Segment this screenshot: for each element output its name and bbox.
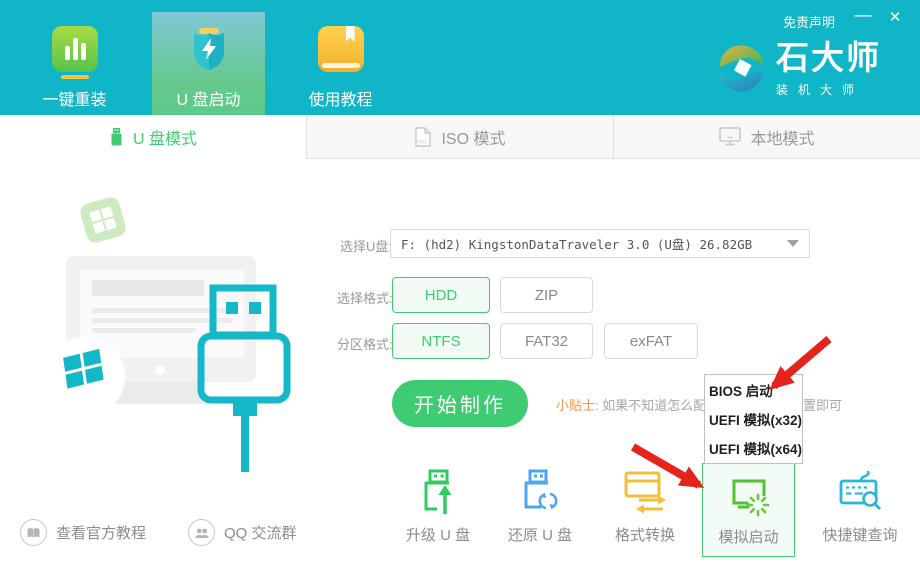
format-convert-icon: [622, 466, 668, 516]
tool-label: 升级 U 盘: [406, 524, 470, 545]
partition-label: 分区格式:: [337, 334, 393, 353]
windows-chip-icon: [78, 195, 127, 244]
close-button[interactable]: ✕: [884, 8, 906, 26]
main-tab-tutorial[interactable]: 使用教程: [284, 12, 397, 115]
main-tab-usb-boot[interactable]: U 盘启动: [152, 12, 265, 115]
brand-subtitle: 装机大师: [776, 81, 881, 98]
start-make-button[interactable]: 开始制作: [392, 380, 528, 427]
brand-swirl-icon: [714, 40, 768, 98]
usb-drive-value: F: (hd2) KingstonDataTraveler 3.0 (U盘) 2…: [401, 234, 787, 253]
shield-lightning-icon: [186, 26, 232, 72]
qq-group-link[interactable]: QQ 交流群: [188, 519, 297, 546]
usb-illustration: [0, 158, 340, 580]
monitor-icon: [719, 127, 741, 146]
title-bar: 一键重装 U 盘启动 使用教程 免责声明 — ✕: [0, 0, 920, 115]
mode-tab-label: U 盘模式: [133, 125, 197, 149]
format-label: 选择格式:: [337, 288, 393, 307]
partition-option-fat32[interactable]: FAT32: [500, 323, 593, 359]
hotkey-search-icon: [837, 466, 883, 516]
tip-label: 小贴士:: [556, 398, 599, 413]
disclaimer-link[interactable]: 免责声明: [783, 12, 835, 31]
tip-text: 小贴士: 如果不知道怎么配: [556, 395, 706, 414]
minimize-button[interactable]: —: [852, 5, 874, 25]
main-tab-onekey-reinstall[interactable]: 一键重装: [18, 12, 131, 115]
tool-restore-usb[interactable]: 还原 U 盘: [495, 466, 585, 556]
chevron-down-icon: [787, 240, 799, 247]
usb-drive-select[interactable]: F: (hd2) KingstonDataTraveler 3.0 (U盘) 2…: [390, 229, 810, 258]
mode-tab-label: ISO 模式: [441, 125, 505, 149]
tool-hotkey-lookup[interactable]: 快捷键查询: [813, 466, 907, 556]
tool-label: 模拟启动: [718, 526, 778, 547]
official-tutorial-link[interactable]: 查看官方教程: [20, 519, 146, 546]
brand-name: 石大师: [776, 40, 881, 76]
usb-select-label: 选择U盘:: [340, 236, 392, 255]
people-icon: [188, 519, 215, 546]
mode-tab-bar: U 盘模式 ISO ISO 模式 本地模式: [0, 115, 920, 159]
bar-chart-icon: [52, 26, 98, 72]
tool-label: 还原 U 盘: [508, 524, 572, 545]
partition-option-exfat[interactable]: exFAT: [604, 323, 698, 359]
boot-menu-item-bios[interactable]: BIOS 启动: [705, 375, 802, 404]
tip-text-tail: 置即可: [803, 395, 842, 414]
mode-tab-usb[interactable]: U 盘模式: [0, 115, 307, 159]
book-icon: [318, 26, 364, 72]
official-tutorial-label: 查看官方教程: [56, 522, 146, 543]
mode-tab-label: 本地模式: [750, 125, 814, 149]
format-option-hdd[interactable]: HDD: [392, 277, 490, 313]
main-tab-label: 使用教程: [308, 86, 372, 110]
usb-stick-icon: [109, 128, 124, 146]
simulate-boot-icon: [726, 474, 772, 520]
tool-simulate-boot[interactable]: 模拟启动: [702, 463, 795, 557]
upgrade-usb-icon: [415, 466, 461, 516]
partition-option-ntfs[interactable]: NTFS: [392, 323, 490, 359]
tool-upgrade-usb[interactable]: 升级 U 盘: [393, 466, 483, 556]
tool-label: 格式转换: [615, 524, 675, 545]
mode-tab-local[interactable]: 本地模式: [614, 115, 920, 159]
app-window: 一键重装 U 盘启动 使用教程 免责声明 — ✕: [0, 0, 920, 580]
iso-file-icon: ISO: [414, 127, 432, 147]
restore-usb-icon: [517, 466, 563, 516]
boot-menu-item-uefi-x32[interactable]: UEFI 模拟(x32): [705, 404, 802, 433]
tool-label: 快捷键查询: [822, 524, 897, 545]
brand-logo: 石大师 装机大师: [714, 40, 881, 98]
tool-format-convert[interactable]: 格式转换: [600, 466, 690, 556]
boot-menu-item-uefi-x64[interactable]: UEFI 模拟(x64): [705, 434, 802, 463]
qq-group-label: QQ 交流群: [224, 522, 297, 543]
boot-mode-menu: BIOS 启动 UEFI 模拟(x32) UEFI 模拟(x64): [704, 374, 803, 464]
mode-tab-iso[interactable]: ISO ISO 模式: [307, 115, 614, 159]
svg-text:ISO: ISO: [417, 139, 427, 145]
format-option-zip[interactable]: ZIP: [500, 277, 593, 313]
open-book-icon: [20, 519, 47, 546]
main-tab-label: 一键重装: [42, 86, 106, 110]
main-tab-label: U 盘启动: [176, 86, 240, 110]
